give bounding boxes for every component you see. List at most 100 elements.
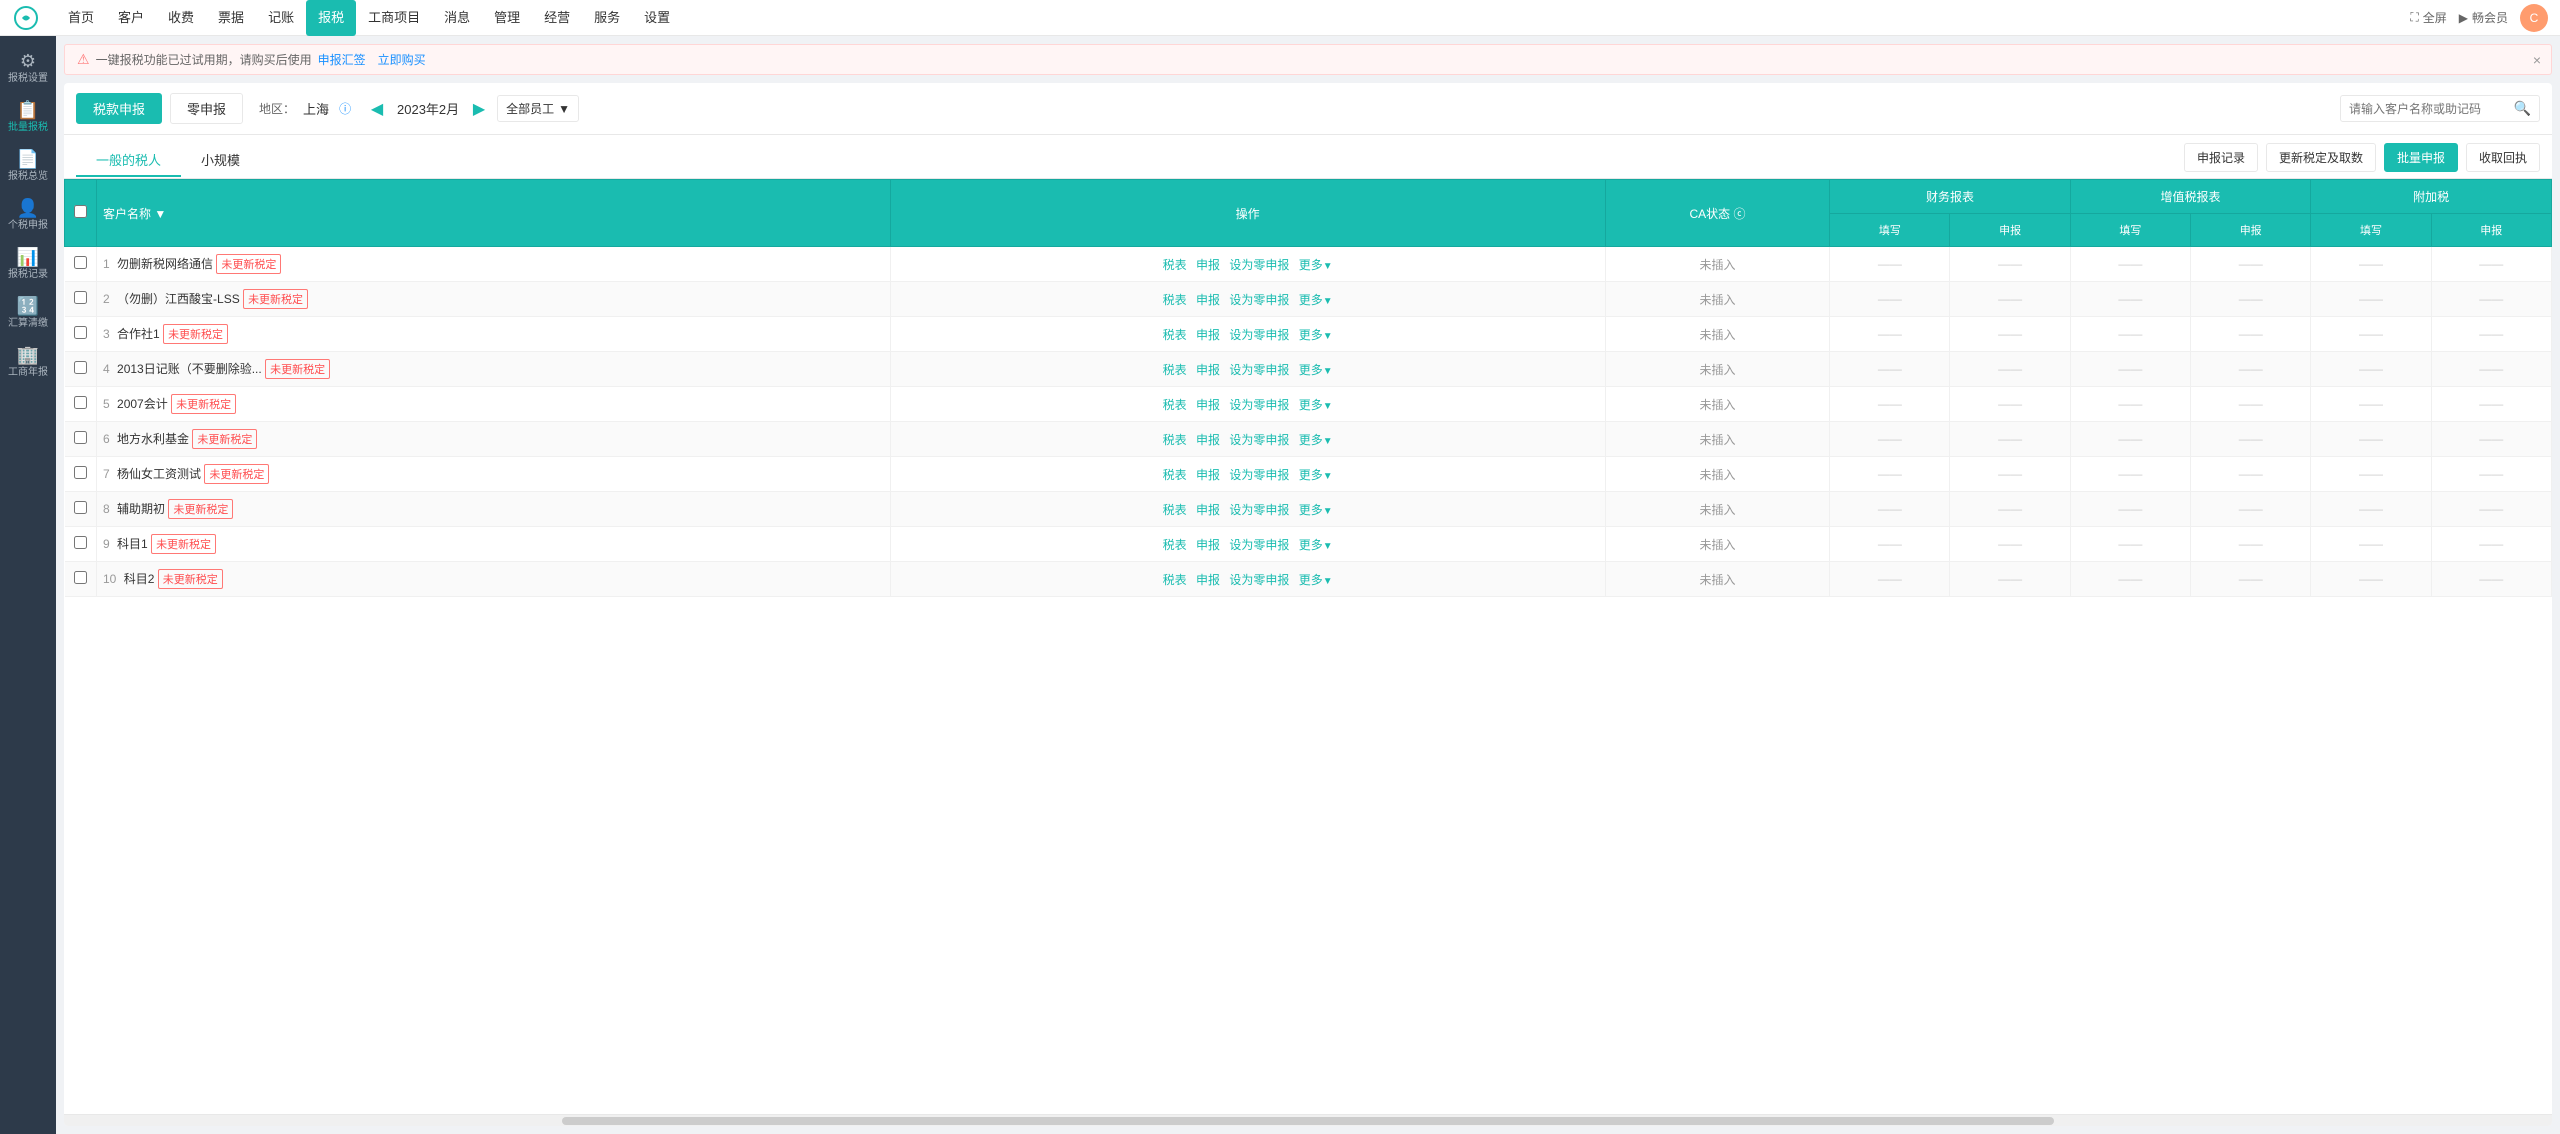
- nav-accounting[interactable]: 记账: [256, 0, 306, 36]
- nav-business[interactable]: 工商项目: [356, 0, 432, 36]
- op-zero-declare[interactable]: 设为零申报: [1229, 363, 1289, 377]
- op-declare[interactable]: 申报: [1196, 363, 1220, 377]
- op-tax-table[interactable]: 税表: [1163, 433, 1187, 447]
- row-checkbox-0[interactable]: [74, 256, 87, 269]
- row-checkbox-3[interactable]: [74, 361, 87, 374]
- row-vat-fill: ——: [2070, 317, 2190, 352]
- nav-billing[interactable]: 收费: [156, 0, 206, 36]
- op-declare[interactable]: 申报: [1196, 293, 1220, 307]
- table-row: 8 辅助期初 未更新税定 税表 申报 设为零申报 更多▼ 未插入 —— —— —…: [65, 492, 2552, 527]
- op-declare[interactable]: 申报: [1196, 573, 1220, 587]
- row-checkbox-2[interactable]: [74, 326, 87, 339]
- search-icon[interactable]: 🔍: [2514, 100, 2531, 117]
- row-customer-name: 3 合作社1 未更新税定: [97, 317, 891, 352]
- op-zero-declare[interactable]: 设为零申报: [1229, 573, 1289, 587]
- op-tax-table[interactable]: 税表: [1163, 293, 1187, 307]
- row-fin-report: ——: [1950, 387, 2070, 422]
- sidebar-item-tax-records[interactable]: 📊 报税记录: [0, 240, 56, 289]
- op-more[interactable]: 更多▼: [1299, 433, 1333, 447]
- tab-tax-declaration[interactable]: 税款申报: [76, 93, 162, 124]
- user-avatar[interactable]: C: [2520, 4, 2548, 32]
- nav-message[interactable]: 消息: [432, 0, 482, 36]
- op-more[interactable]: 更多▼: [1299, 538, 1333, 552]
- period-prev-button[interactable]: ◀: [367, 99, 387, 119]
- declare-records-button[interactable]: 申报记录: [2184, 143, 2258, 172]
- op-more[interactable]: 更多▼: [1299, 363, 1333, 377]
- row-vat-report: ——: [2191, 387, 2311, 422]
- nav-customer[interactable]: 客户: [106, 0, 156, 36]
- batch-declare-button[interactable]: 批量申报: [2384, 143, 2458, 172]
- sidebar-item-tax-overview[interactable]: 📄 报税总览: [0, 142, 56, 191]
- staff-selector[interactable]: 全部员工 ▼: [497, 95, 579, 122]
- row-checkbox-9[interactable]: [74, 571, 87, 584]
- select-all-checkbox[interactable]: [74, 205, 87, 218]
- op-declare[interactable]: 申报: [1196, 468, 1220, 482]
- row-checkbox-1[interactable]: [74, 291, 87, 304]
- op-zero-declare[interactable]: 设为零申报: [1229, 538, 1289, 552]
- sidebar-item-clearance[interactable]: 🔢 汇算清缴: [0, 289, 56, 338]
- op-zero-declare[interactable]: 设为零申报: [1229, 328, 1289, 342]
- notice-link-buy[interactable]: 立即购买: [378, 51, 426, 68]
- op-more[interactable]: 更多▼: [1299, 258, 1333, 272]
- op-tax-table[interactable]: 税表: [1163, 538, 1187, 552]
- op-tax-table[interactable]: 税表: [1163, 258, 1187, 272]
- nav-settings[interactable]: 设置: [632, 0, 682, 36]
- fullscreen-button[interactable]: ⛶ 全屏: [2410, 9, 2446, 26]
- op-more[interactable]: 更多▼: [1299, 468, 1333, 482]
- op-more[interactable]: 更多▼: [1299, 503, 1333, 517]
- op-declare[interactable]: 申报: [1196, 538, 1220, 552]
- op-tax-table[interactable]: 税表: [1163, 363, 1187, 377]
- notice-close-button[interactable]: ×: [2533, 52, 2541, 68]
- row-checkbox-7[interactable]: [74, 501, 87, 514]
- sidebar-item-batch-tax[interactable]: 📋 批量报税: [0, 93, 56, 142]
- nav-tax[interactable]: 报税: [306, 0, 356, 36]
- op-tax-table[interactable]: 税表: [1163, 468, 1187, 482]
- notice-link-summary[interactable]: 申报汇签: [318, 51, 366, 68]
- sub-tab-general[interactable]: 一般的税人: [76, 144, 181, 177]
- nav-manage[interactable]: 管理: [482, 0, 532, 36]
- sidebar-item-tax-settings[interactable]: ⚙ 报税设置: [0, 44, 56, 93]
- sub-tab-small-scale[interactable]: 小规模: [181, 144, 260, 177]
- row-sur-fill: ——: [2311, 317, 2431, 352]
- table-row: 1 勿删新税网络通信 未更新税定 税表 申报 设为零申报 更多▼ 未插入 —— …: [65, 247, 2552, 282]
- op-more[interactable]: 更多▼: [1299, 398, 1333, 412]
- sidebar-item-annual-report[interactable]: 🏢 工商年报: [0, 338, 56, 387]
- period-next-button[interactable]: ▶: [469, 99, 489, 119]
- row-checkbox-5[interactable]: [74, 431, 87, 444]
- op-more[interactable]: 更多▼: [1299, 573, 1333, 587]
- member-button[interactable]: ▶ 畅会员: [2459, 9, 2508, 26]
- table-container: 客户名称 ▼ 操作 CA状态 ⓒ 财务报表 增值税报表 附加税 填写 申报 填写: [64, 179, 2552, 1114]
- sidebar-item-personal-tax[interactable]: 👤 个税申报: [0, 191, 56, 240]
- op-declare[interactable]: 申报: [1196, 328, 1220, 342]
- nav-service[interactable]: 服务: [582, 0, 632, 36]
- row-checkbox-8[interactable]: [74, 536, 87, 549]
- bottom-scrollbar: [64, 1114, 2552, 1126]
- nav-home[interactable]: 首页: [56, 0, 106, 36]
- row-checkbox-4[interactable]: [74, 396, 87, 409]
- op-tax-table[interactable]: 税表: [1163, 328, 1187, 342]
- op-tax-table[interactable]: 税表: [1163, 398, 1187, 412]
- op-zero-declare[interactable]: 设为零申报: [1229, 468, 1289, 482]
- op-more[interactable]: 更多▼: [1299, 328, 1333, 342]
- search-input[interactable]: [2349, 102, 2514, 116]
- op-declare[interactable]: 申报: [1196, 258, 1220, 272]
- op-declare[interactable]: 申报: [1196, 433, 1220, 447]
- row-checkbox-6[interactable]: [74, 466, 87, 479]
- row-vat-report: ——: [2191, 527, 2311, 562]
- op-zero-declare[interactable]: 设为零申报: [1229, 503, 1289, 517]
- nav-operation[interactable]: 经营: [532, 0, 582, 36]
- op-more[interactable]: 更多▼: [1299, 293, 1333, 307]
- op-declare[interactable]: 申报: [1196, 503, 1220, 517]
- op-tax-table[interactable]: 税表: [1163, 573, 1187, 587]
- op-zero-declare[interactable]: 设为零申报: [1229, 433, 1289, 447]
- nav-invoice[interactable]: 票据: [206, 0, 256, 36]
- op-tax-table[interactable]: 税表: [1163, 503, 1187, 517]
- collect-receipt-button[interactable]: 收取回执: [2466, 143, 2540, 172]
- update-taxrate-button[interactable]: 更新税定及取数: [2266, 143, 2376, 172]
- tab-zero-declaration[interactable]: 零申报: [170, 93, 243, 124]
- row-fin-report: ——: [1950, 317, 2070, 352]
- op-zero-declare[interactable]: 设为零申报: [1229, 293, 1289, 307]
- op-zero-declare[interactable]: 设为零申报: [1229, 398, 1289, 412]
- op-zero-declare[interactable]: 设为零申报: [1229, 258, 1289, 272]
- op-declare[interactable]: 申报: [1196, 398, 1220, 412]
